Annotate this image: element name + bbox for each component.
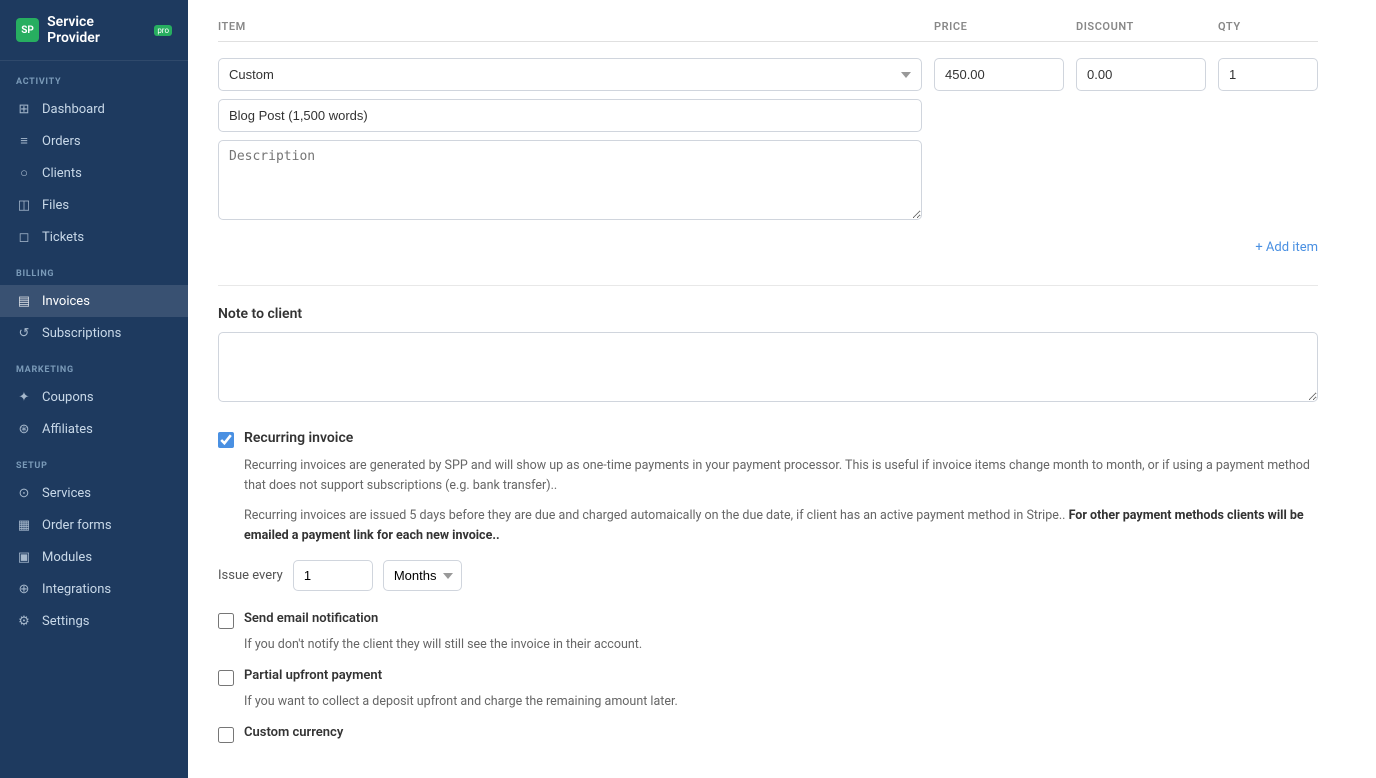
recurring-description-2: Recurring invoices are issued 5 days bef…	[244, 506, 1318, 546]
sidebar-item-coupons[interactable]: ✦ Coupons	[0, 381, 188, 413]
logo-icon: SP	[16, 18, 39, 42]
issue-every-input[interactable]	[293, 560, 373, 591]
item-type-select[interactable]: Custom Service Product	[218, 58, 922, 91]
sidebar-item-integrations[interactable]: ⊕ Integrations	[0, 573, 188, 605]
issue-every-label: Issue every	[218, 568, 283, 583]
item-discount-input[interactable]	[1076, 58, 1206, 91]
item-name-description: Custom Service Product	[218, 58, 922, 220]
partial-payment-section: Partial upfront payment If you want to c…	[218, 668, 1318, 709]
subscriptions-icon: ↺	[16, 325, 32, 341]
partial-payment-row: Partial upfront payment	[218, 668, 1318, 686]
custom-currency-row: Custom currency	[218, 725, 1318, 743]
send-email-description: If you don't notify the client they will…	[244, 637, 1318, 652]
sidebar-item-orders[interactable]: ≡ Orders	[0, 125, 188, 157]
sidebar-logo: SP Service Provider pro	[0, 0, 188, 61]
item-qty-input[interactable]	[1218, 58, 1318, 91]
sidebar-item-files[interactable]: ◫ Files	[0, 189, 188, 221]
main-content: ITEM PRICE DISCOUNT QTY Custom Service P…	[188, 0, 1376, 778]
sidebar-item-label-clients: Clients	[42, 166, 82, 181]
custom-currency-section: Custom currency	[218, 725, 1318, 743]
order-forms-icon: ▦	[16, 517, 32, 533]
sidebar-item-services[interactable]: ⊙ Services	[0, 477, 188, 509]
sidebar-item-label-coupons: Coupons	[42, 390, 94, 405]
note-to-client-label: Note to client	[218, 306, 1318, 322]
send-email-section: Send email notification If you don't not…	[218, 611, 1318, 652]
item-name-input[interactable]	[218, 99, 922, 132]
sidebar-item-label-affiliates: Affiliates	[42, 422, 93, 437]
sidebar-item-affiliates[interactable]: ⊛ Affiliates	[0, 413, 188, 445]
sidebar-item-modules[interactable]: ▣ Modules	[0, 541, 188, 573]
send-email-row: Send email notification	[218, 611, 1318, 629]
custom-currency-checkbox[interactable]	[218, 727, 234, 743]
recurring-invoice-section: Recurring invoice Recurring invoices are…	[218, 430, 1318, 591]
partial-payment-label[interactable]: Partial upfront payment	[244, 668, 382, 683]
logo-badge: pro	[154, 25, 172, 36]
sidebar-item-order-forms[interactable]: ▦ Order forms	[0, 509, 188, 541]
sidebar-item-label-settings: Settings	[42, 614, 89, 629]
add-item-row: + Add item	[218, 230, 1318, 275]
sidebar-item-label-subscriptions: Subscriptions	[42, 326, 121, 341]
sidebar-item-invoices[interactable]: ▤ Invoices	[0, 285, 188, 317]
note-to-client-textarea[interactable]	[218, 332, 1318, 402]
note-to-client-section: Note to client	[218, 306, 1318, 406]
orders-icon: ≡	[16, 133, 32, 149]
column-headers: ITEM PRICE DISCOUNT QTY	[218, 20, 1318, 42]
col-item: ITEM	[218, 20, 922, 33]
sidebar-item-label-orders: Orders	[42, 134, 81, 149]
dashboard-icon: ⊞	[16, 101, 32, 117]
sidebar-item-subscriptions[interactable]: ↺ Subscriptions	[0, 317, 188, 349]
sidebar-section-billing: BILLING	[0, 253, 188, 285]
sidebar-section-activity: ACTIVITY	[0, 61, 188, 93]
sidebar-item-label-dashboard: Dashboard	[42, 102, 105, 117]
sidebar-item-label-integrations: Integrations	[42, 582, 111, 597]
send-email-checkbox[interactable]	[218, 613, 234, 629]
settings-icon: ⚙	[16, 613, 32, 629]
sidebar-item-label-services: Services	[42, 486, 91, 501]
col-qty: QTY	[1218, 20, 1318, 33]
issue-every-row: Issue every Months Weeks Days	[218, 560, 1318, 591]
col-discount: DISCOUNT	[1076, 20, 1206, 33]
sidebar-item-label-modules: Modules	[42, 550, 92, 565]
sidebar-section-marketing: MARKETING	[0, 349, 188, 381]
issue-every-select[interactable]: Months Weeks Days	[383, 560, 462, 591]
affiliates-icon: ⊛	[16, 421, 32, 437]
recurring-description-1: Recurring invoices are generated by SPP …	[244, 456, 1318, 496]
sidebar-item-settings[interactable]: ⚙ Settings	[0, 605, 188, 637]
sidebar-item-label-files: Files	[42, 198, 69, 213]
coupons-icon: ✦	[16, 389, 32, 405]
item-discount-col	[1076, 58, 1206, 220]
custom-currency-label[interactable]: Custom currency	[244, 725, 343, 740]
files-icon: ◫	[16, 197, 32, 213]
recurring-invoice-label[interactable]: Recurring invoice	[244, 430, 353, 446]
section-divider	[218, 285, 1318, 286]
col-price: PRICE	[934, 20, 1064, 33]
sidebar-item-clients[interactable]: ○ Clients	[0, 157, 188, 189]
invoice-form: ITEM PRICE DISCOUNT QTY Custom Service P…	[218, 20, 1318, 743]
item-price-input[interactable]	[934, 58, 1064, 91]
sidebar-item-tickets[interactable]: ◻ Tickets	[0, 221, 188, 253]
sidebar-item-dashboard[interactable]: ⊞ Dashboard	[0, 93, 188, 125]
sidebar-item-label-order-forms: Order forms	[42, 518, 112, 533]
item-row: Custom Service Product	[218, 58, 1318, 220]
integrations-icon: ⊕	[16, 581, 32, 597]
sidebar-item-label-invoices: Invoices	[42, 294, 90, 309]
sidebar-section-setup: SETUP	[0, 445, 188, 477]
add-item-button[interactable]: + Add item	[1255, 240, 1318, 255]
modules-icon: ▣	[16, 549, 32, 565]
recurring-invoice-row: Recurring invoice	[218, 430, 1318, 448]
tickets-icon: ◻	[16, 229, 32, 245]
sidebar-item-label-tickets: Tickets	[42, 230, 84, 245]
services-icon: ⊙	[16, 485, 32, 501]
clients-icon: ○	[16, 165, 32, 181]
invoices-icon: ▤	[16, 293, 32, 309]
partial-payment-checkbox[interactable]	[218, 670, 234, 686]
sidebar: SP Service Provider pro ACTIVITY ⊞ Dashboa…	[0, 0, 188, 778]
item-price-col	[934, 58, 1064, 220]
item-qty-col	[1218, 58, 1318, 220]
recurring-invoice-checkbox[interactable]	[218, 432, 234, 448]
send-email-label[interactable]: Send email notification	[244, 611, 378, 626]
item-description-textarea[interactable]	[218, 140, 922, 220]
logo-text: Service Provider	[47, 14, 146, 46]
partial-payment-description: If you want to collect a deposit upfront…	[244, 694, 1318, 709]
